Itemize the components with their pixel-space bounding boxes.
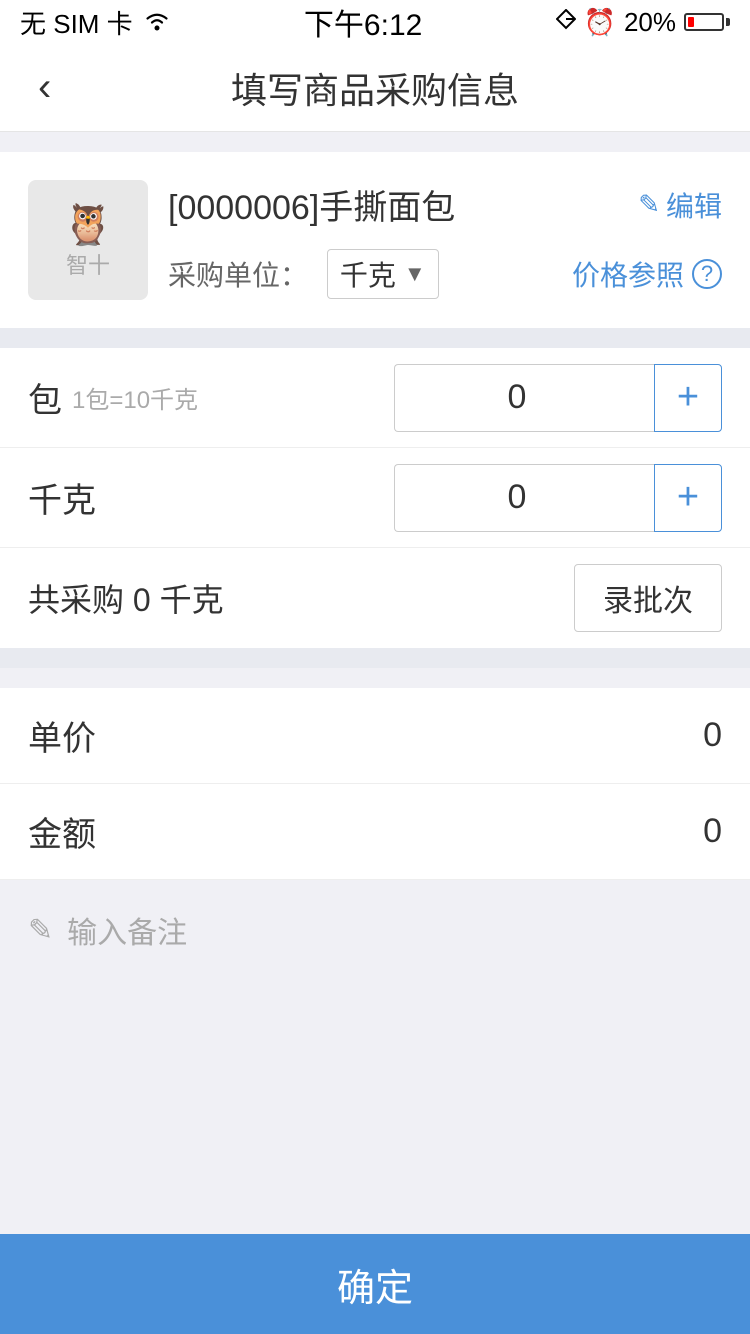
kg-input-row: 千克 +: [0, 448, 750, 548]
unit-value: 千克: [340, 254, 396, 294]
price-ref-button[interactable]: 价格参照 ?: [572, 254, 722, 294]
pencil-icon: ✎: [28, 913, 53, 948]
nav-bar: ‹ 填写商品采购信息: [0, 44, 750, 132]
page-title: 填写商品采购信息: [231, 62, 519, 114]
note-placeholder: 输入备注: [67, 908, 187, 952]
pack-plus-button[interactable]: +: [654, 364, 722, 432]
product-card: 🦉 智十 [0000006]手撕面包 ✎ 编辑 采购单位： 千克 ▼: [0, 152, 750, 328]
product-info: [0000006]手撕面包 ✎ 编辑 采购单位： 千克 ▼ 价格参照 ?: [168, 180, 722, 299]
status-right: ⏰ 20%: [556, 7, 730, 38]
edit-icon: ✎: [638, 189, 660, 220]
price-ref-label: 价格参照: [572, 254, 684, 294]
product-image: 🦉 智十: [28, 180, 148, 300]
sim-label: 无 SIM 卡: [20, 4, 133, 41]
pack-input-row: 包 1包=10千克 +: [0, 348, 750, 448]
unit-price-value: 0: [703, 716, 722, 755]
product-name: [0000006]手撕面包: [168, 180, 455, 229]
edit-label: 编辑: [666, 185, 722, 225]
status-bar: 无 SIM 卡 下午6:12 ⏰ 20%: [0, 0, 750, 44]
pack-input[interactable]: [394, 364, 654, 432]
kg-plus-button[interactable]: +: [654, 464, 722, 532]
total-text: 共采购 0 千克: [28, 575, 224, 621]
battery-percent: 20%: [624, 7, 676, 38]
total-row: 共采购 0 千克 录批次: [0, 548, 750, 648]
status-time: 下午6:12: [304, 0, 422, 44]
product-unit-row: 采购单位： 千克 ▼ 价格参照 ?: [168, 249, 722, 299]
batch-button[interactable]: 录批次: [574, 564, 722, 632]
kg-input[interactable]: [394, 464, 654, 532]
pack-label: 包: [28, 373, 62, 422]
amount-label: 金额: [28, 807, 96, 856]
unit-select[interactable]: 千克 ▼: [327, 249, 439, 299]
price-section: 单价 0 金额 0: [0, 688, 750, 880]
input-section: 包 1包=10千克 + 千克 +: [0, 348, 750, 548]
dropdown-arrow-icon: ▼: [404, 261, 426, 287]
battery-icon: [684, 13, 730, 31]
amount-row: 金额 0: [0, 784, 750, 880]
section-divider-2: [0, 648, 750, 668]
confirm-button[interactable]: 确定: [0, 1234, 750, 1334]
section-divider-1: [0, 328, 750, 348]
kg-label: 千克: [28, 473, 96, 522]
pack-input-wrap: +: [198, 364, 722, 432]
unit-price-row: 单价 0: [0, 688, 750, 784]
back-button[interactable]: ‹: [28, 55, 61, 120]
status-left: 无 SIM 卡: [20, 4, 171, 41]
product-logo-text: 智十: [66, 248, 110, 280]
product-logo-owl: 🦉: [63, 201, 113, 248]
edit-button[interactable]: ✎ 编辑: [638, 185, 722, 225]
content-spacer: [0, 980, 750, 1234]
unit-label: 采购单位：: [168, 260, 308, 291]
product-title-row: [0000006]手撕面包 ✎ 编辑: [168, 180, 722, 229]
alarm-icon: ⏰: [584, 7, 616, 38]
unit-price-label: 单价: [28, 711, 96, 760]
note-section[interactable]: ✎ 输入备注: [0, 880, 750, 980]
location-icon: [556, 7, 576, 38]
pack-sublabel: 1包=10千克: [72, 380, 198, 415]
kg-input-wrap: +: [96, 464, 722, 532]
help-icon: ?: [692, 259, 722, 289]
wifi-icon: [143, 7, 171, 38]
amount-value: 0: [703, 812, 722, 851]
unit-selector-group: 采购单位： 千克 ▼: [168, 249, 439, 299]
